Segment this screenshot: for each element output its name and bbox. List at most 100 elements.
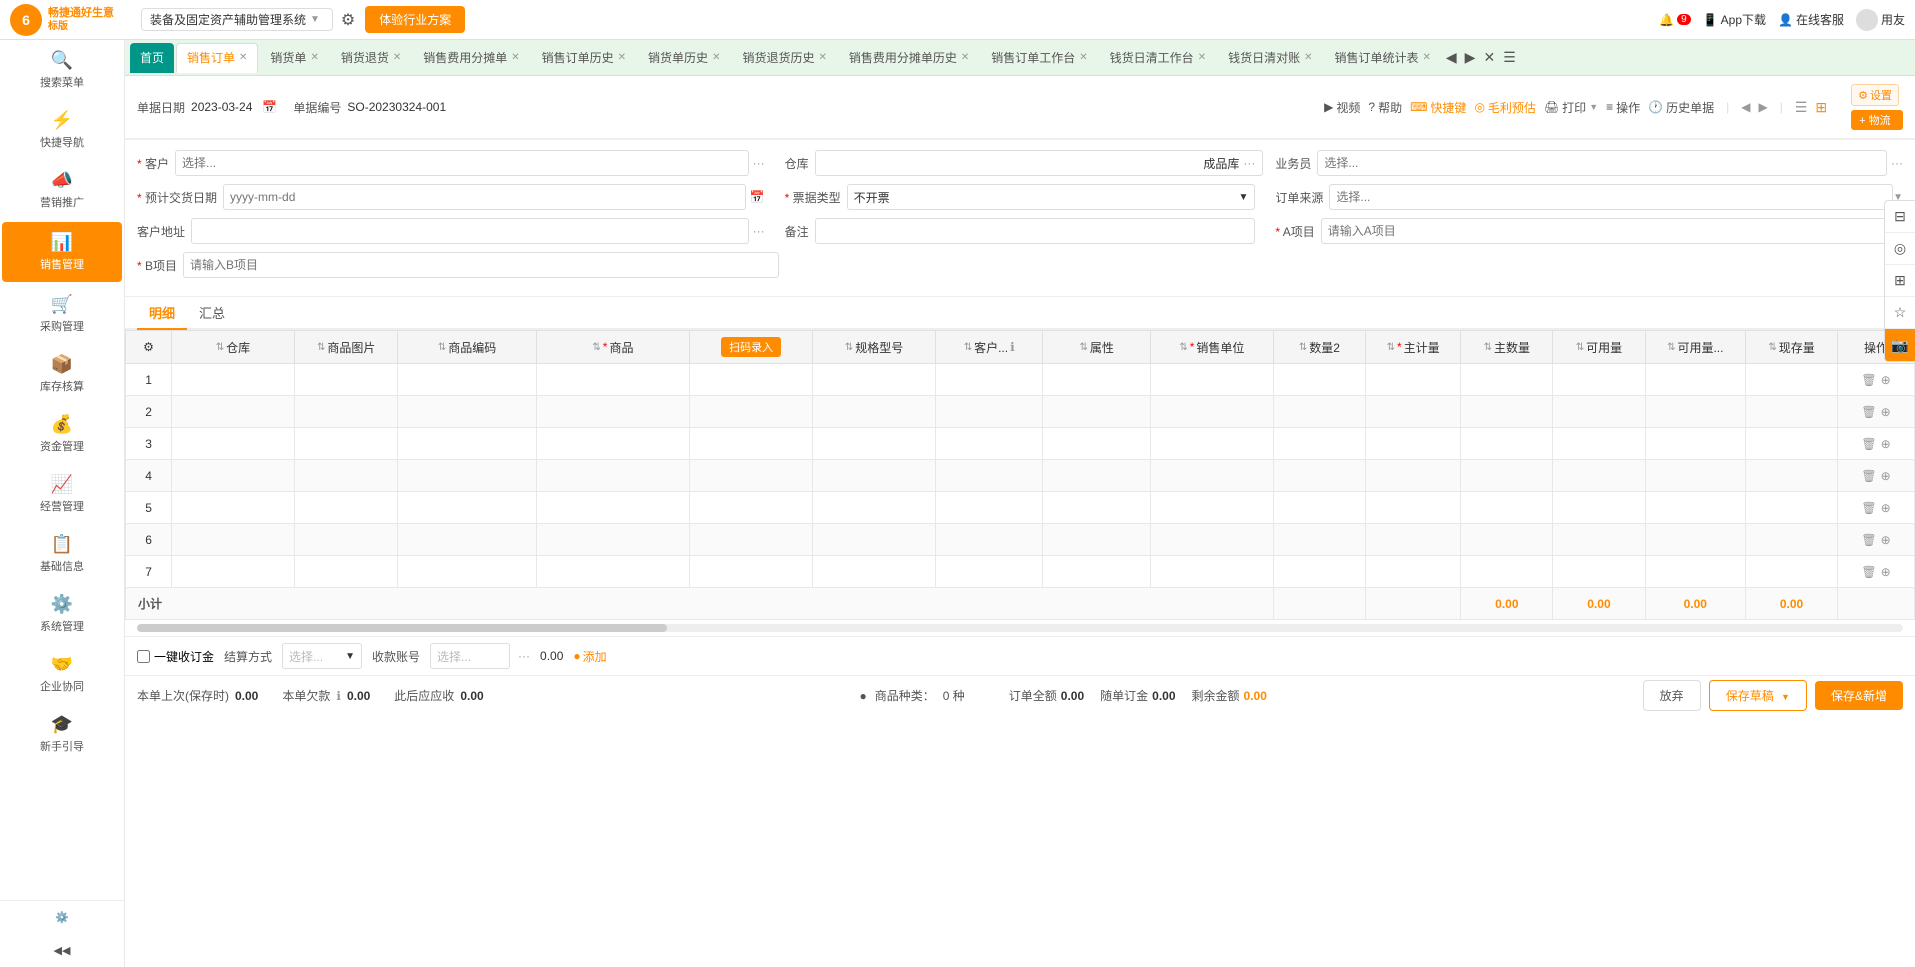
right-btn-3[interactable]: ⊞ — [1885, 265, 1915, 297]
tab-close-fee[interactable]: ✕ — [511, 52, 519, 63]
tab-close-reconcile[interactable]: ✕ — [1304, 52, 1312, 63]
tab-sales-return-history[interactable]: 销货单历史 ✕ — [638, 43, 730, 73]
app-download-btn[interactable]: 📱 App下载 — [1703, 11, 1766, 28]
add-payment-btn[interactable]: ● 添加 — [573, 648, 606, 665]
right-btn-2[interactable]: ◎ — [1885, 233, 1915, 265]
toolbar-print-btn[interactable]: 🖨 打印 ▼ — [1544, 99, 1598, 116]
user-btn[interactable]: 用友 — [1856, 9, 1905, 31]
sidebar-item-cooperation[interactable]: 🤝 企业协同 — [0, 644, 124, 704]
payment-method-select[interactable]: 选择... ▼ — [282, 643, 362, 669]
col-gear[interactable]: ⚙ — [126, 331, 172, 364]
sidebar-item-operations[interactable]: 📈 经营管理 — [0, 464, 124, 524]
tab-close-fee-history[interactable]: ✕ — [961, 52, 969, 63]
unit-sort-icon[interactable]: ⇅ — [1179, 342, 1187, 353]
tab-fee-history[interactable]: 销售费用分摊单历史 ✕ — [839, 43, 979, 73]
row6-delete-icon[interactable]: 🗑 — [1861, 533, 1876, 547]
invoice-type-select[interactable]: 不开票 ▼ — [847, 184, 1256, 210]
sidebar-item-marketing[interactable]: 📣 营销推广 — [0, 160, 124, 220]
cust-info-icon[interactable]: ℹ — [1010, 340, 1015, 354]
sidebar-item-finance[interactable]: 💰 资金管理 — [0, 404, 124, 464]
sidebar-item-search[interactable]: 🔍 搜索菜单 — [0, 40, 124, 100]
tab-home[interactable]: 首页 — [130, 43, 174, 73]
row4-copy-icon[interactable]: ⊕ — [1881, 469, 1891, 483]
row5-copy-icon[interactable]: ⊕ — [1881, 501, 1891, 515]
tab-sales-stats[interactable]: 销售订单统计表 ✕ — [1324, 43, 1440, 73]
toolbar-operations-btn[interactable]: ≡ 操作 — [1606, 99, 1640, 116]
sidebar-item-guide[interactable]: 🎓 新手引导 — [0, 704, 124, 764]
tab-sales-refund[interactable]: 销货退货 ✕ — [331, 43, 411, 73]
order-source-input[interactable] — [1329, 184, 1893, 210]
row6-copy-icon[interactable]: ⊕ — [1881, 533, 1891, 547]
tab-menu-btn[interactable]: ☰ — [1499, 49, 1520, 66]
row3-copy-icon[interactable]: ⊕ — [1881, 437, 1891, 451]
toolbar-right-arrow[interactable]: ▶ — [1758, 100, 1767, 114]
row7-copy-icon[interactable]: ⊕ — [1881, 565, 1891, 579]
row4-delete-icon[interactable]: 🗑 — [1861, 469, 1876, 483]
tab-prev-btn[interactable]: ◀ — [1442, 49, 1461, 66]
header-settings-btn[interactable]: ⚙ 设置 — [1851, 84, 1899, 106]
customer-address-input[interactable] — [191, 218, 749, 244]
sidebar-item-inventory[interactable]: 📦 库存核算 — [0, 344, 124, 404]
system-title[interactable]: 装备及固定资产辅助管理系统 ▼ — [141, 8, 333, 31]
toolbar-help-btn[interactable]: ? 帮助 — [1368, 99, 1402, 116]
tab-refund-history[interactable]: 销货退货历史 ✕ — [732, 43, 836, 73]
tab-credit-daily[interactable]: 钱货日清工作台 ✕ — [1100, 43, 1216, 73]
row2-copy-icon[interactable]: ⊕ — [1881, 405, 1891, 419]
tab-sales-fee[interactable]: 销售费用分摊单 ✕ — [413, 43, 529, 73]
remark-input[interactable] — [815, 218, 1256, 244]
stock-sort-icon[interactable]: ⇅ — [1768, 342, 1776, 353]
tab-close-refund-history[interactable]: ✕ — [818, 52, 826, 63]
warehouse-expand-icon[interactable]: ··· — [1243, 156, 1255, 170]
product-sort-icon[interactable]: ⇅ — [592, 342, 600, 353]
toolbar-left-arrow[interactable]: ◀ — [1741, 100, 1750, 114]
sidebar-collapse-btn[interactable]: ◀◀ — [0, 934, 124, 967]
save-new-btn[interactable]: 保存&新增 — [1815, 681, 1903, 710]
tab-detail[interactable]: 明细 — [137, 297, 187, 330]
header-add-logistics-btn[interactable]: + 物流 — [1851, 110, 1903, 130]
sidebar-item-sales[interactable]: 📊 销售管理 — [2, 222, 122, 282]
tab-close-sales-order[interactable]: ✕ — [239, 52, 247, 63]
tab-sales-return[interactable]: 销货单 ✕ — [260, 43, 328, 73]
discard-btn[interactable]: 放弃 — [1643, 680, 1701, 711]
sidebar-item-quick-nav[interactable]: ⚡ 快捷导航 — [0, 100, 124, 160]
delivery-date-calendar-icon[interactable]: 📅 — [750, 190, 765, 204]
right-btn-5[interactable]: 📷 — [1885, 329, 1915, 361]
right-btn-1[interactable]: ⊟ — [1885, 201, 1915, 233]
main-qty-sort-icon[interactable]: ⇅ — [1484, 342, 1492, 353]
toolbar-view-mode-list[interactable]: ☰ — [1795, 99, 1808, 116]
right-btn-4[interactable]: ☆ — [1885, 297, 1915, 329]
image-sort-icon[interactable]: ⇅ — [317, 342, 325, 353]
tab-close-workbench[interactable]: ✕ — [1079, 52, 1087, 63]
sidebar-settings-btn[interactable]: ⚙️ — [0, 901, 124, 934]
row5-delete-icon[interactable]: 🗑 — [1861, 501, 1876, 515]
scan-input-btn[interactable]: 扫码录入 — [721, 337, 781, 357]
address-expand-icon[interactable]: ··· — [753, 224, 765, 238]
b-project-input[interactable] — [183, 252, 779, 278]
tab-sales-history[interactable]: 销售订单历史 ✕ — [532, 43, 636, 73]
sidebar-item-purchase[interactable]: 🛒 采购管理 — [0, 284, 124, 344]
qty2-sort-icon[interactable]: ⇅ — [1299, 342, 1307, 353]
tab-sales-order[interactable]: 销售订单 ✕ — [176, 43, 258, 73]
row1-copy-icon[interactable]: ⊕ — [1881, 373, 1891, 387]
tab-close-all-btn[interactable]: ✕ — [1479, 49, 1499, 66]
toolbar-view-mode-grid[interactable]: ⊞ — [1815, 99, 1827, 116]
tab-close-refund[interactable]: ✕ — [393, 52, 401, 63]
calendar-icon[interactable]: 📅 — [262, 100, 277, 114]
customer-expand-icon[interactable]: ··· — [753, 156, 765, 170]
salesperson-input[interactable] — [1317, 150, 1887, 176]
row3-delete-icon[interactable]: 🗑 — [1861, 437, 1876, 451]
row2-delete-icon[interactable]: 🗑 — [1861, 405, 1876, 419]
save-draft-btn[interactable]: 保存草稿 ▼ — [1709, 680, 1807, 711]
tab-close-stats[interactable]: ✕ — [1423, 52, 1431, 63]
toolbar-history-btn[interactable]: 🕐 历史单据 — [1648, 99, 1714, 116]
salesperson-expand-icon[interactable]: ··· — [1891, 156, 1903, 170]
delivery-date-input[interactable] — [223, 184, 746, 210]
tab-close-credit[interactable]: ✕ — [1198, 52, 1206, 63]
toolbar-shortcut-btn[interactable]: ⌨ 快捷键 — [1410, 99, 1466, 116]
avail-sort-icon[interactable]: ⇅ — [1576, 342, 1584, 353]
current-debt-info-icon[interactable]: ℹ — [336, 689, 341, 703]
save-draft-dropdown-icon[interactable]: ▼ — [1781, 692, 1790, 702]
customer-input[interactable] — [175, 150, 749, 176]
cust-sort-icon[interactable]: ⇅ — [964, 342, 972, 353]
sidebar-item-basic[interactable]: 📋 基础信息 — [0, 524, 124, 584]
